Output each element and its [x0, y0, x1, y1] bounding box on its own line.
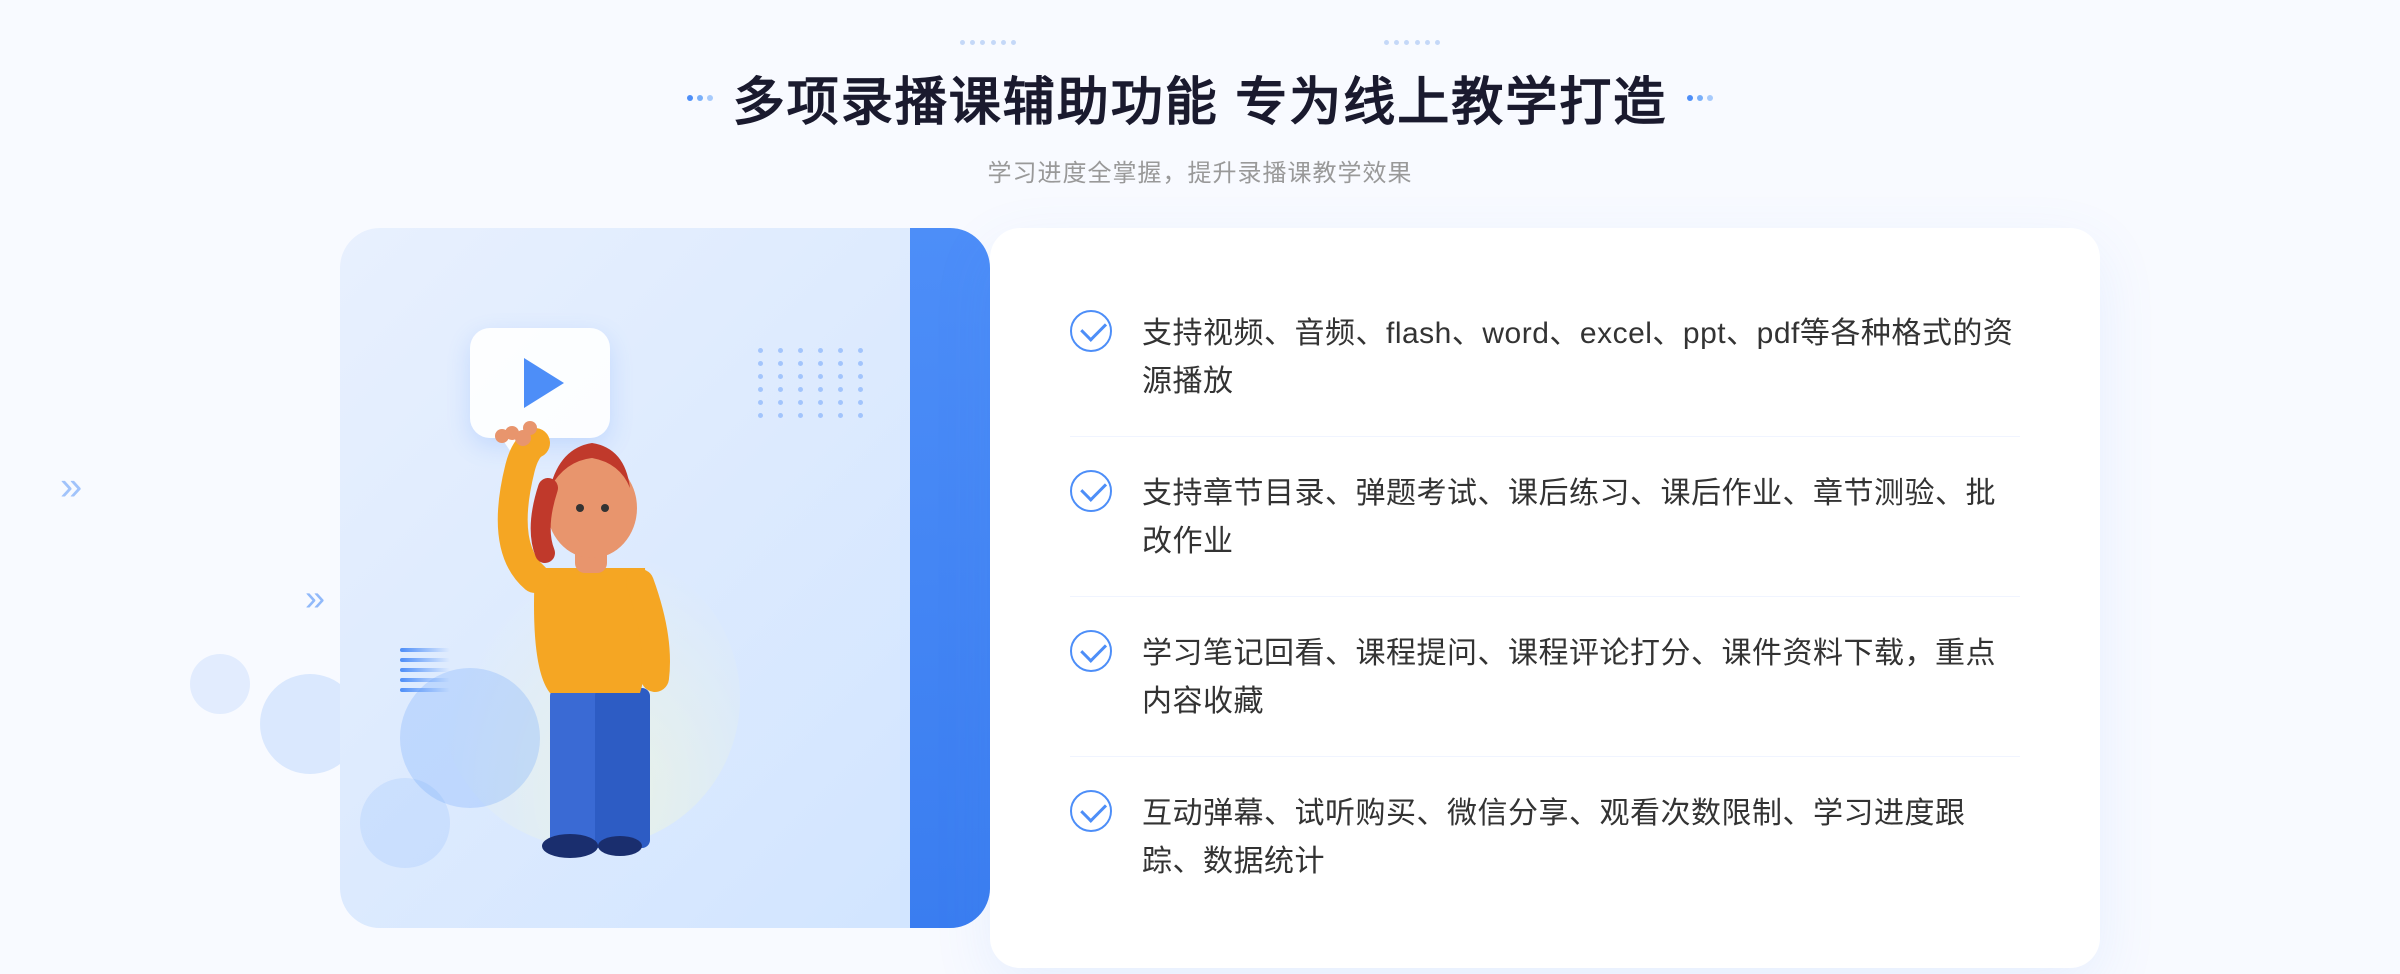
illus-dot-grid: [758, 348, 870, 418]
feature-item-2: 支持章节目录、弹题考试、课后练习、课后作业、章节测验、批改作业: [1070, 440, 2020, 597]
deco-circle-2: [190, 654, 250, 714]
feature-item-1: 支持视频、音频、flash、word、excel、ppt、pdf等各种格式的资源…: [1070, 280, 2020, 437]
blue-strip: [910, 228, 990, 928]
illus-circle-2: [360, 778, 450, 868]
main-content: » 支持视频、音频、flash、word、excel、ppt、pdf等各种格式的…: [300, 228, 2100, 968]
chevron-decoration: »: [305, 577, 325, 619]
feature-item-3: 学习笔记回看、课程提问、课程评论打分、课件资料下载，重点内容收藏: [1070, 600, 2020, 757]
title-text: 多项录播课辅助功能 专为线上教学打造: [733, 60, 1667, 135]
feature-item-4: 互动弹幕、试听购买、微信分享、观看次数限制、学习进度跟踪、数据统计: [1070, 760, 2020, 916]
feature-text-2: 支持章节目录、弹题考试、课后练习、课后作业、章节测验、批改作业: [1142, 470, 2020, 566]
check-icon-2: [1070, 470, 1112, 512]
feature-text-1: 支持视频、音频、flash、word、excel、ppt、pdf等各种格式的资源…: [1142, 310, 2020, 406]
check-icon-4: [1070, 790, 1112, 832]
page-wrapper: 多项录播课辅助功能 专为线上教学打造 学习进度全掌握，提升录播课教学效果: [0, 0, 2400, 974]
person-figure: [440, 368, 760, 928]
check-icon-1: [1070, 310, 1112, 352]
illus-background: [340, 228, 990, 928]
page-arrow-left[interactable]: »: [60, 465, 82, 510]
title-dots-right: [1687, 95, 1713, 101]
decorative-dots-left: [960, 40, 1016, 45]
title-dots-left: [687, 95, 713, 101]
subtitle: 学习进度全掌握，提升录播课教学效果: [687, 153, 1713, 188]
feature-text-4: 互动弹幕、试听购买、微信分享、观看次数限制、学习进度跟踪、数据统计: [1142, 790, 2020, 886]
main-title: 多项录播课辅助功能 专为线上教学打造: [687, 60, 1713, 135]
feature-text-3: 学习笔记回看、课程提问、课程评论打分、课件资料下载，重点内容收藏: [1142, 630, 2020, 726]
features-panel: 支持视频、音频、flash、word、excel、ppt、pdf等各种格式的资源…: [990, 228, 2100, 968]
header-section: 多项录播课辅助功能 专为线上教学打造 学习进度全掌握，提升录播课教学效果: [687, 60, 1713, 188]
check-icon-3: [1070, 630, 1112, 672]
decorative-dots-right: [1384, 40, 1440, 45]
illustration-panel: »: [300, 228, 1020, 968]
